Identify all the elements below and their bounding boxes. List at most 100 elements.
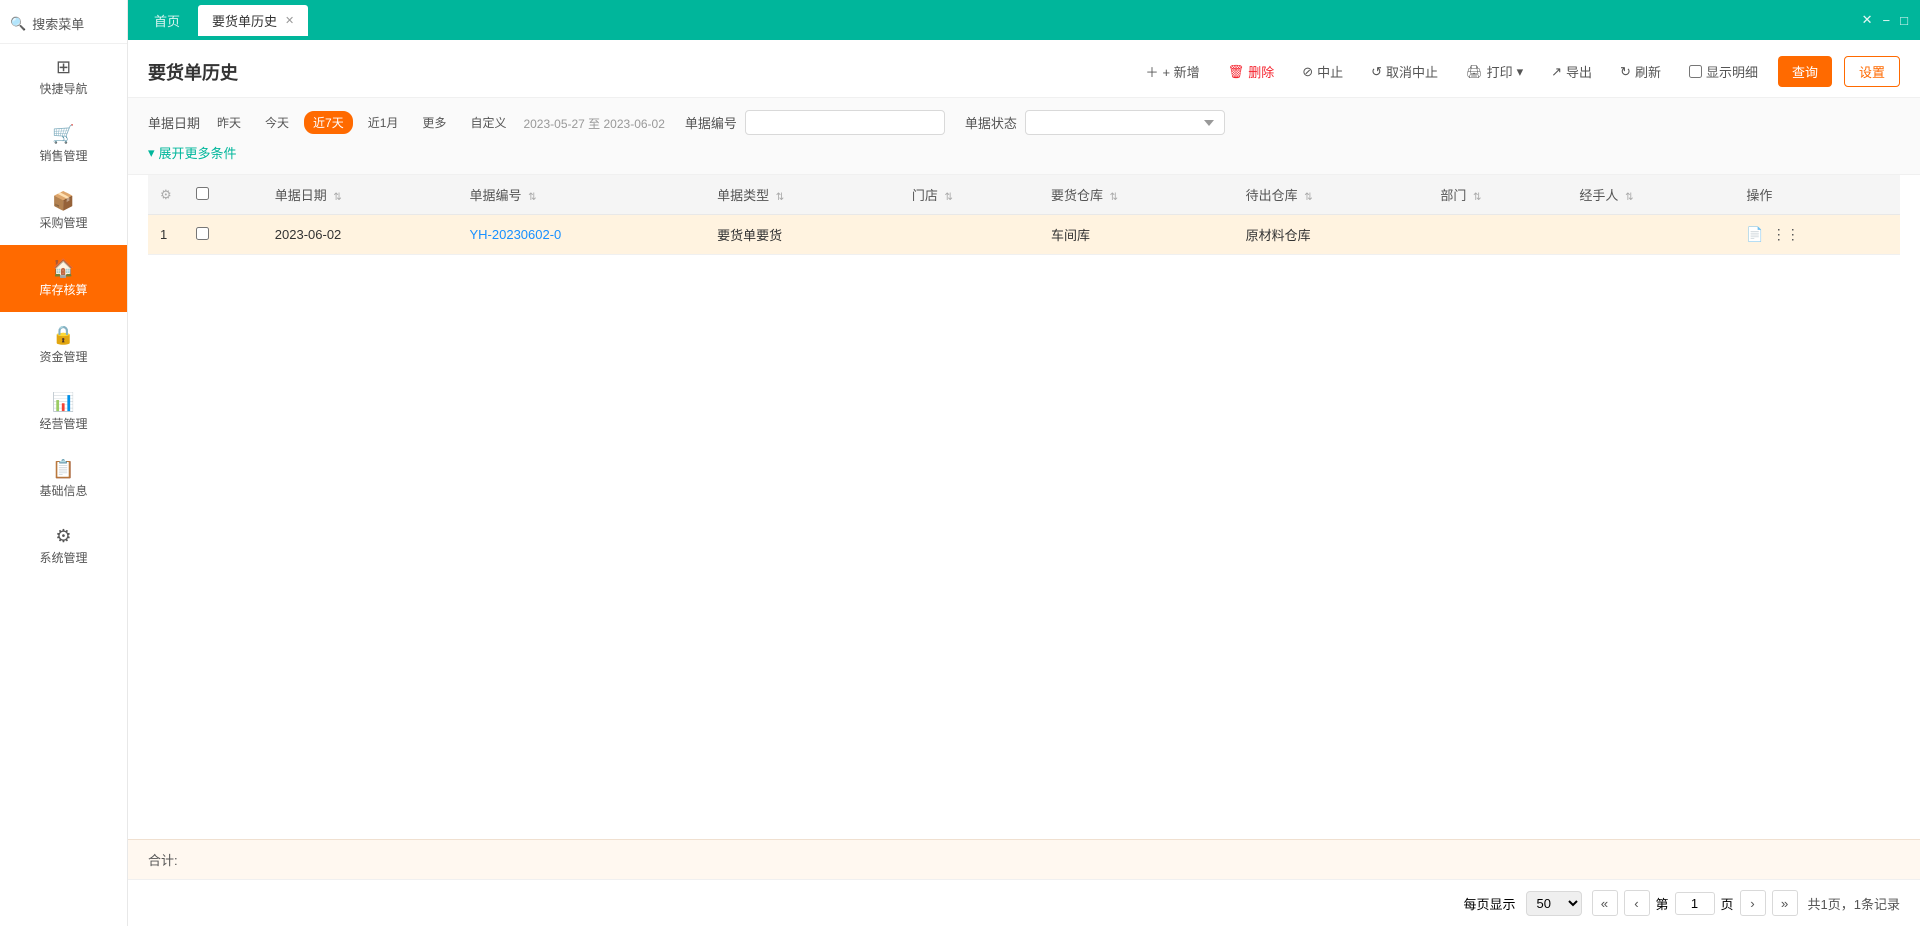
table-body: 1 2023-06-02 YH-20230602-0 要货单要货 车间库 原材料… (148, 215, 1900, 255)
print-button[interactable]: 🖨 打印 ▾ (1458, 57, 1531, 86)
cancel-stop-label: 取消中止 (1386, 62, 1438, 81)
th-actions: 操作 (1734, 175, 1900, 215)
row-select-checkbox[interactable] (196, 227, 209, 240)
refresh-icon: ↻ (1620, 64, 1631, 80)
date-options: 昨天 今天 近7天 近1月 更多 自定义 (208, 111, 515, 134)
page-size-select[interactable]: 50 100 200 (1526, 891, 1582, 916)
first-page-btn[interactable]: « (1592, 890, 1618, 916)
date-btn-custom[interactable]: 自定义 (461, 111, 515, 134)
date-btn-7days[interactable]: 近7天 (304, 111, 353, 134)
tab-home[interactable]: 首页 (140, 5, 194, 36)
filter-row: 单据日期 昨天 今天 近7天 近1月 更多 自定义 2023-05-27 至 2… (148, 110, 1900, 135)
sort-reqwh-icon[interactable]: ⇅ (1110, 192, 1118, 203)
sidebar-item-system[interactable]: ⚙ 系统管理 (0, 513, 127, 580)
stop-button[interactable]: ⊘ 中止 (1294, 57, 1351, 86)
table-row: 1 2023-06-02 YH-20230602-0 要货单要货 车间库 原材料… (148, 215, 1900, 255)
row-edit-btn[interactable]: 📄 (1746, 226, 1763, 243)
sort-dept-icon[interactable]: ⇅ (1473, 192, 1481, 203)
delete-button[interactable]: 🗑 删除 (1220, 57, 1283, 86)
order-no-filter: 单据编号 (685, 110, 945, 135)
new-button[interactable]: ＋ + 新增 (1137, 57, 1207, 86)
prev-page-btn[interactable]: ‹ (1624, 890, 1650, 916)
row-more-btn[interactable]: ⋮⋮ (1772, 226, 1800, 243)
last-page-btn[interactable]: » (1772, 890, 1798, 916)
export-icon: ↗ (1551, 64, 1562, 80)
date-btn-today[interactable]: 今天 (256, 111, 298, 134)
delete-label: 删除 (1248, 62, 1274, 81)
row-req-warehouse: 车间库 (1039, 215, 1234, 255)
sort-store-icon[interactable]: ⇅ (945, 192, 953, 203)
date-filter-label: 单据日期 (148, 113, 200, 132)
page-nav: « ‹ 第 页 › » (1592, 890, 1798, 916)
tab-history[interactable]: 要货单历史 ✕ (198, 5, 308, 36)
window-minimize-btn[interactable]: − (1883, 13, 1891, 28)
data-table: ⚙ 单据日期 ⇅ 单据编号 ⇅ (148, 175, 1900, 255)
th-checkbox (184, 175, 263, 215)
topbar: 首页 要货单历史 ✕ ✕ − □ (128, 0, 1920, 40)
sidebar-item-label: 系统管理 (39, 549, 87, 566)
th-settings[interactable]: ⚙ (148, 175, 184, 215)
delete-icon: 🗑 (1228, 64, 1245, 80)
order-no-input[interactable] (745, 110, 945, 135)
cancel-stop-button[interactable]: ↺ 取消中止 (1363, 57, 1446, 86)
row-handler (1567, 215, 1734, 255)
sidebar-item-label: 库存核算 (39, 281, 87, 298)
order-no-link[interactable]: YH-20230602-0 (469, 227, 561, 242)
window-close-btn[interactable]: ✕ (1862, 12, 1873, 28)
status-label: 单据状态 (965, 113, 1017, 132)
sidebar-item-sales[interactable]: 🛒 销售管理 (0, 111, 127, 178)
sort-pendwh-icon[interactable]: ⇅ (1304, 192, 1312, 203)
sidebar-item-basic[interactable]: 📋 基础信息 (0, 446, 127, 513)
page-num-input[interactable] (1675, 892, 1715, 915)
tab-history-label: 要货单历史 (212, 11, 277, 30)
summary-label: 合计: (148, 853, 178, 868)
next-page-btn[interactable]: › (1740, 890, 1766, 916)
select-all-checkbox[interactable] (196, 187, 209, 200)
sidebar-item-purchase[interactable]: 📦 采购管理 (0, 178, 127, 245)
query-button[interactable]: 查询 (1778, 56, 1832, 87)
th-req-warehouse: 要货仓库 ⇅ (1039, 175, 1234, 215)
expand-more-btn[interactable]: ▾ 展开更多条件 (148, 143, 1900, 162)
export-button[interactable]: ↗ 导出 (1543, 57, 1600, 86)
row-order-type: 要货单要货 (705, 215, 900, 255)
tab-close-icon[interactable]: ✕ (285, 14, 294, 27)
sort-date-icon[interactable]: ⇅ (333, 192, 341, 203)
page-content: 要货单历史 ＋ + 新增 🗑 删除 ⊘ 中止 ↺ 取消中止 (128, 40, 1920, 926)
sort-type-icon[interactable]: ⇅ (776, 192, 784, 203)
gear-icon[interactable]: ⚙ (160, 187, 172, 202)
refresh-label: 刷新 (1635, 62, 1661, 81)
page-size-label: 每页显示 (1463, 894, 1515, 913)
sidebar-item-label: 快捷导航 (39, 80, 87, 97)
sidebar-item-operation[interactable]: 📊 经营管理 (0, 379, 127, 446)
sidebar-item-quick-nav[interactable]: ⊞ 快捷导航 (0, 44, 127, 111)
sort-handler-icon[interactable]: ⇅ (1625, 192, 1633, 203)
date-filter: 单据日期 昨天 今天 近7天 近1月 更多 自定义 2023-05-27 至 2… (148, 111, 665, 134)
tab-home-label: 首页 (154, 11, 180, 30)
print-label: 打印 (1487, 62, 1513, 81)
inventory-icon: 🏠 (52, 259, 74, 277)
cancel-stop-icon: ↺ (1371, 64, 1382, 80)
sidebar-search[interactable]: 🔍 搜索菜单 (0, 0, 127, 44)
row-department (1428, 215, 1567, 255)
summary-footer: 合计: (128, 839, 1920, 879)
row-order-no: YH-20230602-0 (457, 215, 705, 255)
display-detail-checkbox[interactable] (1689, 65, 1702, 78)
basic-icon: 📋 (52, 460, 74, 478)
window-maximize-btn[interactable]: □ (1900, 13, 1908, 28)
sidebar-search-label: 搜索菜单 (32, 14, 84, 33)
date-btn-more[interactable]: 更多 (413, 111, 455, 134)
display-detail-toggle[interactable]: 显示明细 (1681, 57, 1766, 86)
date-btn-1month[interactable]: 近1月 (359, 111, 408, 134)
settings-label: 设置 (1859, 62, 1885, 81)
print-icon: 🖨 (1466, 64, 1483, 80)
order-no-label: 单据编号 (685, 113, 737, 132)
export-label: 导出 (1566, 62, 1592, 81)
sidebar-item-inventory[interactable]: 🏠 库存核算 (0, 245, 127, 312)
sidebar-item-finance[interactable]: 🔒 资金管理 (0, 312, 127, 379)
status-select[interactable] (1025, 110, 1225, 135)
expand-more-label: 展开更多条件 (159, 143, 237, 162)
date-btn-yesterday[interactable]: 昨天 (208, 111, 250, 134)
sort-orderno-icon[interactable]: ⇅ (528, 192, 536, 203)
settings-button[interactable]: 设置 (1844, 56, 1900, 87)
refresh-button[interactable]: ↻ 刷新 (1612, 57, 1669, 86)
